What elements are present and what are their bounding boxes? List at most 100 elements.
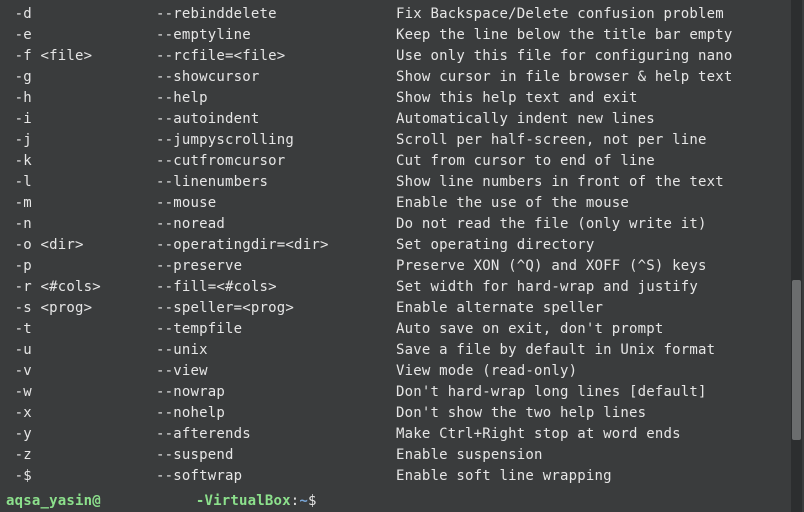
flag-description: Keep the line below the title bar empty [396,25,733,46]
help-row: -k--cutfromcursorCut from cursor to end … [6,151,804,172]
long-flag: --noread [156,214,396,235]
short-flag: -e [6,25,156,46]
flag-description: Use only this file for configuring nano [396,46,733,67]
long-flag: --speller=<prog> [156,298,396,319]
long-flag: --operatingdir=<dir> [156,235,396,256]
short-flag: -d [6,4,156,25]
help-row: -j--jumpyscrollingScroll per half-screen… [6,130,804,151]
help-row: -d--rebinddeleteFix Backspace/Delete con… [6,4,804,25]
short-flag: -t [6,319,156,340]
flag-description: View mode (read-only) [396,361,577,382]
long-flag: --unix [156,340,396,361]
long-flag: --jumpyscrolling [156,130,396,151]
help-row: -g--showcursorShow cursor in file browse… [6,67,804,88]
help-row: -v--viewView mode (read-only) [6,361,804,382]
short-flag: -m [6,193,156,214]
long-flag: --softwrap [156,466,396,487]
short-flag: -s <prog> [6,298,156,319]
help-row: -y--afterendsMake Ctrl+Right stop at wor… [6,424,804,445]
long-flag: --nowrap [156,382,396,403]
long-flag: --preserve [156,256,396,277]
terminal-scrollbar[interactable] [791,0,802,512]
long-flag: --tempfile [156,319,396,340]
short-flag: -i [6,109,156,130]
prompt-host: -VirtualBox [196,493,291,509]
prompt-gap [101,493,196,509]
flag-description: Show line numbers in front of the text [396,172,724,193]
short-flag: -u [6,340,156,361]
long-flag: --showcursor [156,67,396,88]
long-flag: --view [156,361,396,382]
flag-description: Fix Backspace/Delete confusion problem [396,4,724,25]
short-flag: -f <file> [6,46,156,67]
long-flag: --afterends [156,424,396,445]
long-flag: --help [156,88,396,109]
help-row: -h--helpShow this help text and exit [6,88,804,109]
long-flag: --fill=<#cols> [156,277,396,298]
help-row: -o <dir>--operatingdir=<dir>Set operatin… [6,235,804,256]
prompt-dollar: $ [308,493,317,509]
flag-description: Cut from cursor to end of line [396,151,655,172]
short-flag: -z [6,445,156,466]
short-flag: -k [6,151,156,172]
long-flag: --emptyline [156,25,396,46]
flag-description: Auto save on exit, don't prompt [396,319,664,340]
long-flag: --suspend [156,445,396,466]
flag-description: Show cursor in file browser & help text [396,67,733,88]
help-row: -u--unixSave a file by default in Unix f… [6,340,804,361]
short-flag: -o <dir> [6,235,156,256]
help-row: -p--preservePreserve XON (^Q) and XOFF (… [6,256,804,277]
flag-description: Set operating directory [396,235,594,256]
short-flag: -n [6,214,156,235]
help-row: -$--softwrapEnable soft line wrapping [6,466,804,487]
help-row: -s <prog>--speller=<prog>Enable alternat… [6,298,804,319]
help-row: -m--mouseEnable the use of the mouse [6,193,804,214]
long-flag: --rcfile=<file> [156,46,396,67]
flag-description: Don't hard-wrap long lines [default] [396,382,707,403]
help-row: -z--suspendEnable suspension [6,445,804,466]
flag-description: Scroll per half-screen, not per line [396,130,707,151]
flag-description: Automatically indent new lines [396,109,655,130]
flag-description: Show this help text and exit [396,88,638,109]
long-flag: --linenumbers [156,172,396,193]
long-flag: --cutfromcursor [156,151,396,172]
prompt-user: aqsa_yasin@ [6,493,101,509]
help-row: -f <file>--rcfile=<file>Use only this fi… [6,46,804,67]
help-row: -r <#cols>--fill=<#cols>Set width for ha… [6,277,804,298]
flag-description: Save a file by default in Unix format [396,340,715,361]
long-flag: --rebinddelete [156,4,396,25]
long-flag: --autoindent [156,109,396,130]
flag-description: Enable soft line wrapping [396,466,612,487]
long-flag: --mouse [156,193,396,214]
flag-description: Enable suspension [396,445,543,466]
short-flag: -h [6,88,156,109]
help-row: -t--tempfileAuto save on exit, don't pro… [6,319,804,340]
short-flag: -j [6,130,156,151]
shell-prompt[interactable]: aqsa_yasin@ -VirtualBox:~$ [6,491,804,512]
flag-description: Make Ctrl+Right stop at word ends [396,424,681,445]
flag-description: Enable the use of the mouse [396,193,629,214]
help-row: -l--linenumbersShow line numbers in fron… [6,172,804,193]
flag-description: Do not read the file (only write it) [396,214,707,235]
short-flag: -w [6,382,156,403]
short-flag: -$ [6,466,156,487]
short-flag: -r <#cols> [6,277,156,298]
long-flag: --nohelp [156,403,396,424]
help-row: -i--autoindentAutomatically indent new l… [6,109,804,130]
flag-description: Set width for hard-wrap and justify [396,277,698,298]
short-flag: -p [6,256,156,277]
short-flag: -v [6,361,156,382]
help-row: -x--nohelpDon't show the two help lines [6,403,804,424]
short-flag: -g [6,67,156,88]
short-flag: -l [6,172,156,193]
help-row: -n--noreadDo not read the file (only wri… [6,214,804,235]
short-flag: -y [6,424,156,445]
help-row: -w--nowrapDon't hard-wrap long lines [de… [6,382,804,403]
short-flag: -x [6,403,156,424]
flag-description: Enable alternate speller [396,298,603,319]
scrollbar-thumb[interactable] [792,280,801,440]
flag-description: Preserve XON (^Q) and XOFF (^S) keys [396,256,707,277]
help-row: -e--emptylineKeep the line below the tit… [6,25,804,46]
flag-description: Don't show the two help lines [396,403,646,424]
prompt-path: ~ [299,493,308,509]
